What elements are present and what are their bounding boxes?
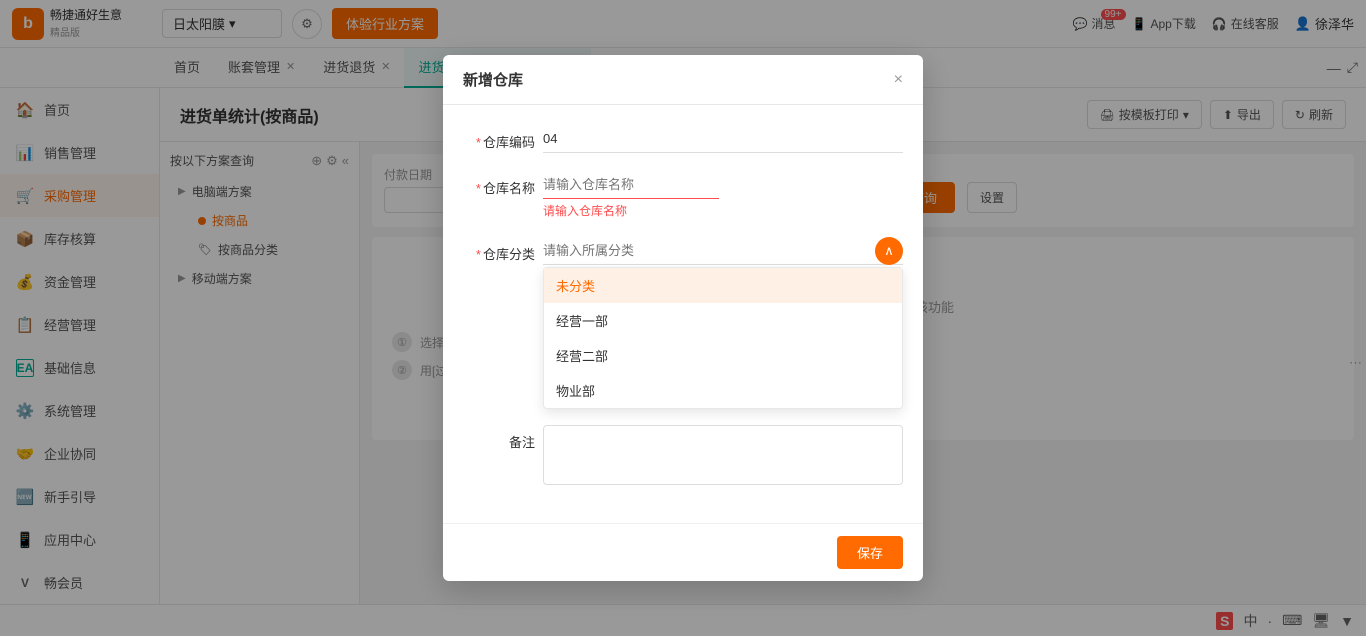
- dropdown-option-uncategorized[interactable]: 未分类: [544, 268, 902, 303]
- form-row-category: 仓库分类 ∧ 未分类 经营一部 经营二部 物业部: [463, 237, 903, 265]
- name-input[interactable]: [543, 171, 719, 199]
- form-row-name: 仓库名称 请输入仓库名称: [463, 171, 903, 219]
- modal-footer: 保存: [443, 523, 923, 581]
- form-row-code: 仓库编码: [463, 125, 903, 153]
- note-label: 备注: [463, 425, 543, 451]
- dropdown-option-ops2[interactable]: 经营二部: [544, 338, 902, 373]
- new-warehouse-modal: 新增仓库 × 仓库编码 仓库名称 请输入仓库名称 仓库分: [443, 55, 923, 581]
- category-dropdown-toggle[interactable]: ∧: [875, 237, 903, 265]
- category-dropdown: 未分类 经营一部 经营二部 物业部: [543, 267, 903, 409]
- category-input[interactable]: [543, 237, 903, 265]
- modal-close-button[interactable]: ×: [894, 71, 903, 89]
- modal-overlay: 新增仓库 × 仓库编码 仓库名称 请输入仓库名称 仓库分: [0, 0, 1366, 636]
- name-error-msg: 请输入仓库名称: [543, 202, 719, 219]
- category-select-wrap: ∧ 未分类 经营一部 经营二部 物业部: [543, 237, 903, 265]
- dropdown-option-property[interactable]: 物业部: [544, 373, 902, 408]
- category-label: 仓库分类: [463, 237, 543, 263]
- name-label: 仓库名称: [463, 171, 543, 197]
- note-input[interactable]: [543, 425, 903, 485]
- code-label: 仓库编码: [463, 125, 543, 151]
- modal-header: 新增仓库 ×: [443, 55, 923, 105]
- modal-title: 新增仓库: [463, 69, 523, 90]
- modal-body: 仓库编码 仓库名称 请输入仓库名称 仓库分类 ∧: [443, 105, 923, 523]
- code-input[interactable]: [543, 125, 903, 153]
- dropdown-option-ops1[interactable]: 经营一部: [544, 303, 902, 338]
- save-button[interactable]: 保存: [837, 536, 903, 569]
- form-row-note: 备注: [463, 425, 903, 485]
